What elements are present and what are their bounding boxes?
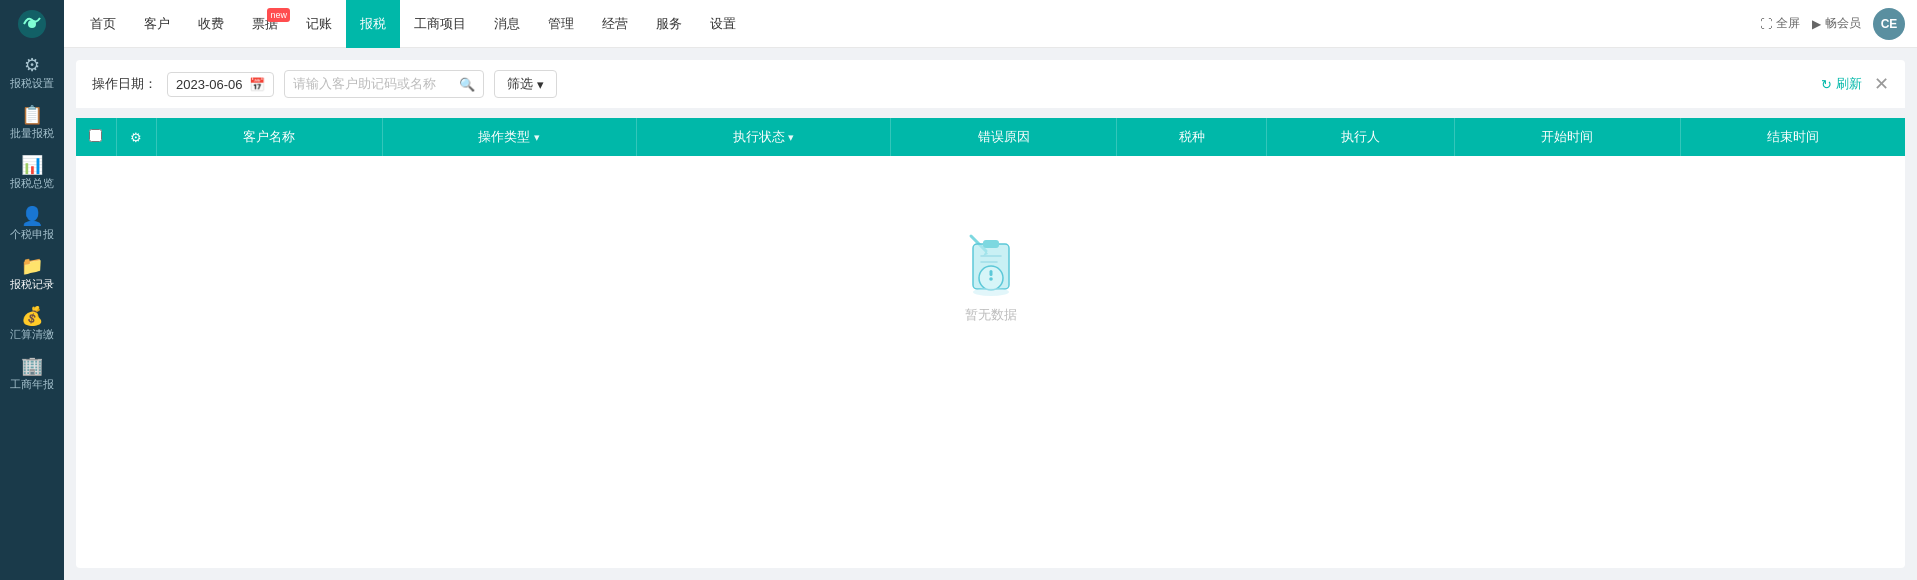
svg-point-9: [989, 277, 993, 281]
nav-item-fuwu[interactable]: 服务: [642, 0, 696, 48]
member-label: 畅会员: [1825, 15, 1861, 32]
filter-icon-2: ▾: [788, 131, 794, 143]
nav-item-xiaoxi[interactable]: 消息: [480, 0, 534, 48]
toolbar: 操作日期： 2023-06-06 📅 请输入客户助记码或名称 🔍 筛选 ▾ ↻ …: [76, 60, 1905, 108]
date-label: 操作日期：: [92, 75, 157, 93]
refresh-button[interactable]: ↻ 刷新: [1821, 75, 1862, 93]
date-picker[interactable]: 2023-06-06 📅: [167, 72, 274, 97]
chevron-down-icon: ▾: [537, 77, 544, 92]
sidebar-item-huisuan-jiaona[interactable]: 💰 汇算清缴: [0, 299, 64, 349]
th-caozuo-leixing[interactable]: 操作类型 ▾: [382, 118, 636, 156]
annual-report-icon: 🏢: [21, 357, 43, 375]
svg-rect-6: [983, 240, 999, 248]
fullscreen-icon: ⛶: [1760, 17, 1772, 31]
th-kaishi-shijian: 开始时间: [1454, 118, 1680, 156]
svg-rect-8: [989, 270, 992, 276]
sidebar-item-gongshang-nianbao[interactable]: 🏢 工商年报: [0, 349, 64, 399]
main-area: 首页 客户 收费 票据 new 记账 报税 工商项目 消息: [64, 0, 1917, 580]
table-body: 暂无数据: [76, 156, 1905, 384]
empty-illustration: [951, 216, 1031, 306]
new-badge: new: [267, 8, 290, 22]
filter-icon: ▾: [534, 131, 540, 143]
avatar[interactable]: CE: [1873, 8, 1905, 40]
sidebar-item-piliang-baoshui[interactable]: 📋 批量报税: [0, 98, 64, 148]
th-zhixing-ren: 执行人: [1266, 118, 1454, 156]
sidebar-item-geshui-shenbao[interactable]: 👤 个税申报: [0, 199, 64, 249]
svg-point-12: [973, 288, 1009, 296]
sidebar-label: 报税记录: [10, 278, 54, 291]
empty-state-cell: 暂无数据: [76, 156, 1905, 384]
th-zhixing-zhuangtai[interactable]: 执行状态 ▾: [636, 118, 890, 156]
avatar-text: CE: [1873, 8, 1905, 40]
th-settings[interactable]: ⚙: [116, 118, 156, 156]
toolbar-right: ↻ 刷新 ✕: [1821, 75, 1889, 93]
tax-settings-icon: ⚙: [24, 56, 40, 74]
nav-item-shezhi[interactable]: 设置: [696, 0, 750, 48]
select-all-checkbox[interactable]: [89, 129, 102, 142]
th-cuowu-yuanyin: 错误原因: [891, 118, 1117, 156]
logo[interactable]: [0, 0, 64, 48]
filter-button[interactable]: 筛选 ▾: [494, 70, 557, 98]
batch-tax-icon: 📋: [21, 106, 43, 124]
fullscreen-button[interactable]: ⛶ 全屏: [1760, 15, 1800, 32]
close-button[interactable]: ✕: [1874, 75, 1889, 93]
th-checkbox[interactable]: [76, 118, 116, 156]
nav-item-guanli[interactable]: 管理: [534, 0, 588, 48]
sidebar-label: 工商年报: [10, 378, 54, 391]
search-icon: 🔍: [459, 77, 475, 92]
nav-item-jingying[interactable]: 经营: [588, 0, 642, 48]
th-kehu-mingcheng: 客户名称: [156, 118, 382, 156]
svg-point-1: [28, 20, 36, 28]
page-content: 操作日期： 2023-06-06 📅 请输入客户助记码或名称 🔍 筛选 ▾ ↻ …: [64, 48, 1917, 580]
sidebar-item-baoshui-shezhi[interactable]: ⚙ 报税设置: [0, 48, 64, 98]
refresh-label: 刷新: [1836, 75, 1862, 93]
table-header-row: ⚙ 客户名称 操作类型 ▾ 执行状态 ▾: [76, 118, 1905, 156]
empty-text: 暂无数据: [965, 306, 1017, 324]
tax-overview-icon: 📊: [21, 156, 43, 174]
search-placeholder: 请输入客户助记码或名称: [293, 75, 436, 93]
fullscreen-label: 全屏: [1776, 15, 1800, 32]
nav-item-jizhang[interactable]: 记账: [292, 0, 346, 48]
nav-items: 首页 客户 收费 票据 new 记账 报税 工商项目 消息: [76, 0, 1760, 48]
sidebar-item-baoshui-jilu[interactable]: 📁 报税记录: [0, 249, 64, 299]
member-icon: ▶: [1812, 17, 1821, 31]
refresh-icon: ↻: [1821, 77, 1832, 92]
search-box[interactable]: 请输入客户助记码或名称 🔍: [284, 70, 484, 98]
th-jieshu-shijian: 结束时间: [1680, 118, 1905, 156]
nav-item-baoshui[interactable]: 报税: [346, 0, 400, 48]
date-value: 2023-06-06: [176, 77, 243, 92]
sidebar: ⚙ 报税设置 📋 批量报税 📊 报税总览 👤 个税申报 📁 报税记录 💰 汇算清…: [0, 0, 64, 580]
empty-state: 暂无数据: [76, 156, 1905, 384]
data-table: ⚙ 客户名称 操作类型 ▾ 执行状态 ▾: [76, 118, 1905, 384]
th-shuizhong: 税种: [1117, 118, 1267, 156]
sidebar-label: 批量报税: [10, 127, 54, 140]
nav-item-gongshang-xiangmu[interactable]: 工商项目: [400, 0, 480, 48]
filter-label: 筛选: [507, 75, 533, 93]
calendar-icon: 📅: [249, 77, 265, 92]
sidebar-label: 汇算清缴: [10, 328, 54, 341]
nav-item-kehu[interactable]: 客户: [130, 0, 184, 48]
tax-record-icon: 📁: [21, 257, 43, 275]
nav-item-piaoju[interactable]: 票据 new: [238, 0, 292, 48]
sidebar-label: 报税总览: [10, 177, 54, 190]
sidebar-label: 个税申报: [10, 228, 54, 241]
sidebar-item-baoshui-zonglang[interactable]: 📊 报税总览: [0, 148, 64, 198]
member-button[interactable]: ▶ 畅会员: [1812, 15, 1861, 32]
data-table-container: ⚙ 客户名称 操作类型 ▾ 执行状态 ▾: [76, 118, 1905, 568]
nav-item-shoufei[interactable]: 收费: [184, 0, 238, 48]
top-navigation: 首页 客户 收费 票据 new 记账 报税 工商项目 消息: [64, 0, 1917, 48]
topnav-right: ⛶ 全屏 ▶ 畅会员 CE: [1760, 8, 1905, 40]
settings-icon: ⚙: [130, 130, 142, 145]
settlement-icon: 💰: [21, 307, 43, 325]
personal-tax-icon: 👤: [21, 207, 43, 225]
sidebar-label: 报税设置: [10, 77, 54, 90]
empty-row: 暂无数据: [76, 156, 1905, 384]
nav-item-shouye[interactable]: 首页: [76, 0, 130, 48]
